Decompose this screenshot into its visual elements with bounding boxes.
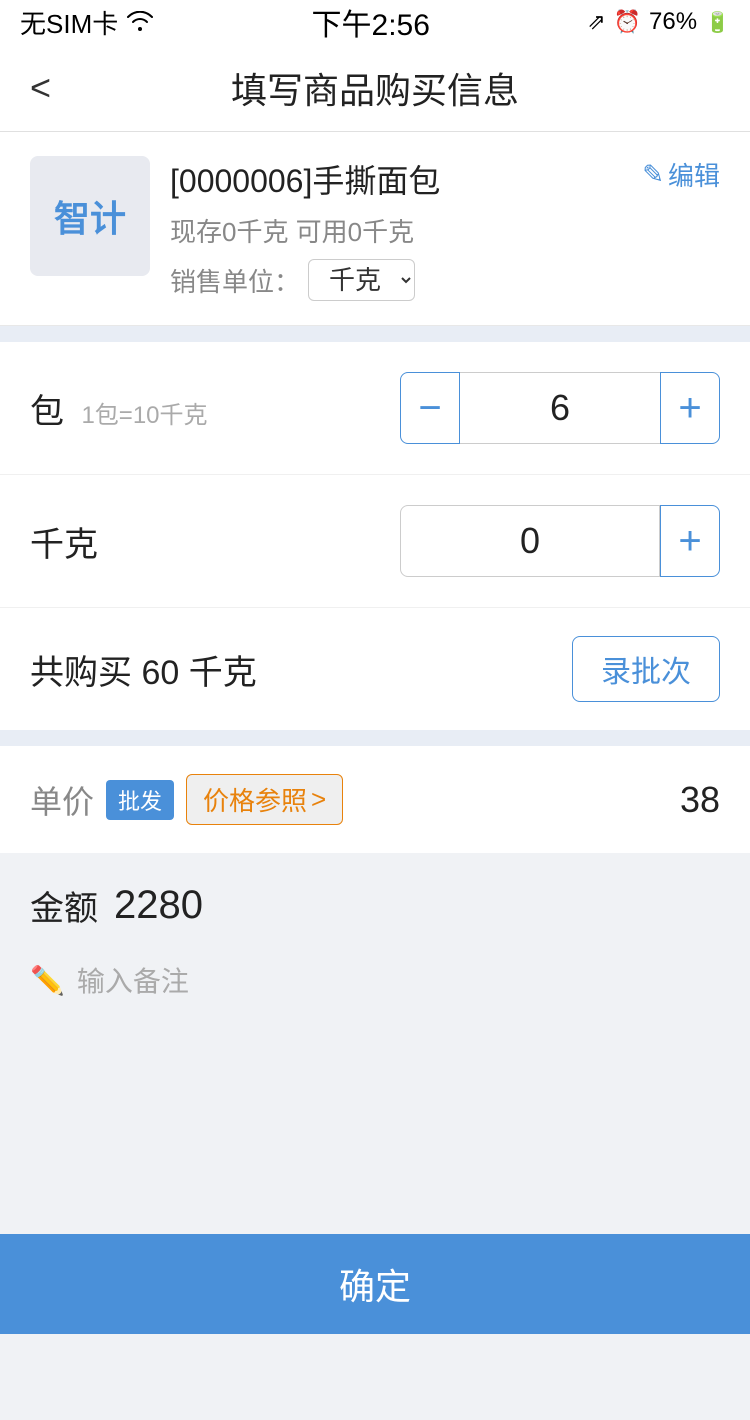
kg-input-row: 千克 + [0, 475, 750, 608]
unit-select[interactable]: 千克 [308, 259, 415, 301]
product-name: [0000006]手撕面包 [170, 156, 622, 202]
unit-label: 销售单位： [170, 262, 300, 299]
page-title: 填写商品购买信息 [231, 62, 519, 114]
kg-qty-control: + [400, 505, 720, 577]
note-text: 输入备注 [77, 960, 189, 1000]
wifi-icon [126, 7, 154, 38]
carrier-text: 无SIM卡 [20, 4, 118, 41]
amount-row: 金额 2280 [30, 881, 720, 930]
price-value: 38 [680, 779, 720, 821]
bao-plus-button[interactable]: + [660, 372, 720, 444]
product-thumbnail: 智计 [30, 156, 150, 276]
bao-qty-control: − + [400, 372, 720, 444]
total-row: 共购买 60 千克 录批次 [0, 608, 750, 730]
bao-minus-button[interactable]: − [400, 372, 460, 444]
status-bar: 无SIM卡 下午2:56 ⇗ ⏰ 76% 🔋 [0, 0, 750, 44]
edit-label: 编辑 [668, 156, 720, 193]
status-carrier: 无SIM卡 [20, 4, 154, 41]
product-info: [0000006]手撕面包 现存0千克 可用0千克 销售单位： 千克 [170, 156, 622, 301]
price-label-text: 单价 [30, 777, 94, 823]
kg-plus-button[interactable]: + [660, 505, 720, 577]
divider-1 [0, 326, 750, 342]
product-card: 智计 [0000006]手撕面包 现存0千克 可用0千克 销售单位： 千克 ✎ … [0, 132, 750, 326]
input-section: 包 1包=10千克 − + 千克 + [0, 342, 750, 608]
price-label: 单价 批发 价格参照 > [30, 774, 343, 825]
amount-section: 金额 2280 ✏️ 输入备注 [0, 853, 750, 1020]
price-row: 单价 批发 价格参照 > 38 [30, 774, 720, 825]
product-logo: 智计 [54, 190, 126, 242]
bao-input-row: 包 1包=10千克 − + [0, 342, 750, 475]
confirm-button-label: 确定 [339, 1258, 411, 1310]
kg-label: 千克 [30, 517, 400, 566]
price-ref-text: 价格参照 [203, 781, 307, 818]
alarm-icon: ⏰ [614, 9, 641, 35]
batch-button[interactable]: 录批次 [572, 636, 720, 702]
price-type-tag: 批发 [106, 780, 174, 820]
bao-label-text: 包 [30, 393, 64, 431]
battery-icon: 🔋 [705, 10, 730, 35]
confirm-bar[interactable]: 确定 [0, 1234, 750, 1334]
kg-qty-input[interactable] [400, 505, 660, 577]
product-stock: 现存0千克 可用0千克 [170, 212, 622, 249]
location-icon: ⇗ [587, 9, 605, 35]
note-row[interactable]: ✏️ 输入备注 [30, 950, 720, 1020]
price-section: 单价 批发 价格参照 > 38 [0, 746, 750, 853]
amount-label: 金额 [30, 881, 98, 930]
edit-button[interactable]: ✎ 编辑 [642, 156, 720, 193]
status-time: 下午2:56 [312, 0, 430, 44]
amount-value: 2280 [114, 883, 203, 928]
bao-qty-input[interactable] [460, 372, 660, 444]
price-ref-button[interactable]: 价格参照 > [186, 774, 343, 825]
bao-label: 包 1包=10千克 [30, 384, 400, 433]
product-unit: 销售单位： 千克 [170, 259, 622, 301]
divider-2 [0, 730, 750, 746]
note-icon: ✏️ [30, 964, 65, 997]
price-ref-arrow: > [311, 784, 326, 815]
bao-sublabel: 1包=10千克 [81, 402, 207, 429]
battery-text: 76% [649, 8, 697, 36]
edit-icon: ✎ [642, 159, 664, 190]
total-label: 共购买 60 千克 [30, 645, 257, 694]
status-right: ⇗ ⏰ 76% 🔋 [587, 8, 730, 36]
nav-bar: < 填写商品购买信息 [0, 44, 750, 132]
back-button[interactable]: < [30, 67, 51, 109]
